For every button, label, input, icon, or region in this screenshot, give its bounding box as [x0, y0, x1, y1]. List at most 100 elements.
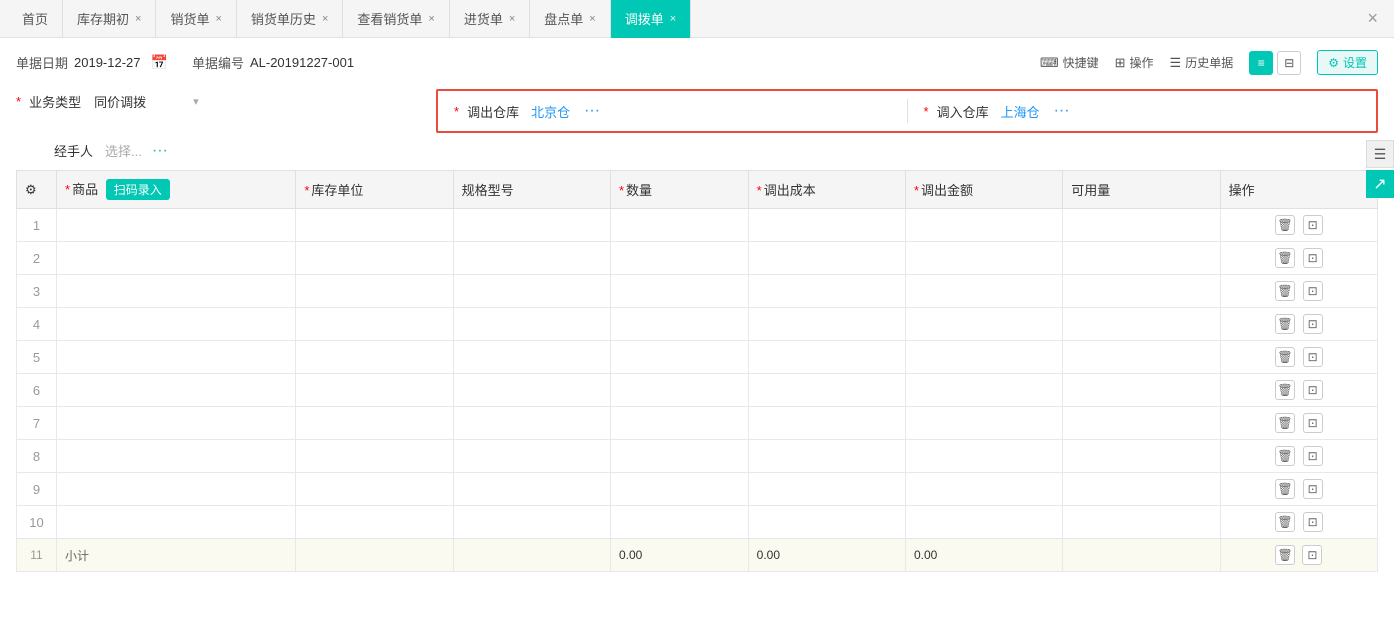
cell-qty-7[interactable] — [610, 407, 748, 440]
cell-unit-1[interactable] — [296, 209, 453, 242]
cell-unit-4[interactable] — [296, 308, 453, 341]
tab-transfer-order[interactable]: 调拨单 × — [611, 0, 691, 38]
cell-spec-3[interactable] — [453, 275, 610, 308]
delete-btn-7[interactable]: 🗑 — [1275, 413, 1295, 433]
delete-btn-3[interactable]: 🗑 — [1275, 281, 1295, 301]
layout-btn-1[interactable]: ≡ — [1249, 51, 1273, 75]
copy-btn-8[interactable]: ⊡ — [1303, 446, 1323, 466]
cell-amount-6[interactable] — [905, 374, 1062, 407]
cell-cost-9[interactable] — [748, 473, 905, 506]
close-tab-sales-history[interactable]: × — [322, 13, 328, 25]
cell-spec-9[interactable] — [453, 473, 610, 506]
cell-cost-1[interactable] — [748, 209, 905, 242]
cell-product-1[interactable] — [57, 209, 296, 242]
cell-spec-6[interactable] — [453, 374, 610, 407]
delete-btn-10[interactable]: 🗑 — [1275, 512, 1295, 532]
cell-product-10[interactable] — [57, 506, 296, 539]
delete-btn-4[interactable]: 🗑 — [1275, 314, 1295, 334]
delete-btn-8[interactable]: 🗑 — [1275, 446, 1295, 466]
delete-btn-5[interactable]: 🗑 — [1275, 347, 1295, 367]
cell-product-7[interactable] — [57, 407, 296, 440]
copy-btn-2[interactable]: ⊡ — [1303, 248, 1323, 268]
cell-amount-7[interactable] — [905, 407, 1062, 440]
cell-cost-7[interactable] — [748, 407, 905, 440]
cell-cost-3[interactable] — [748, 275, 905, 308]
cell-amount-2[interactable] — [905, 242, 1062, 275]
cell-qty-8[interactable] — [610, 440, 748, 473]
cell-amount-9[interactable] — [905, 473, 1062, 506]
handler-more-icon[interactable]: ··· — [152, 142, 168, 160]
copy-btn-1[interactable]: ⊡ — [1303, 215, 1323, 235]
cell-spec-8[interactable] — [453, 440, 610, 473]
cell-amount-8[interactable] — [905, 440, 1062, 473]
copy-btn-3[interactable]: ⊡ — [1303, 281, 1323, 301]
copy-btn-7[interactable]: ⊡ — [1303, 413, 1323, 433]
cell-product-4[interactable] — [57, 308, 296, 341]
cell-spec-10[interactable] — [453, 506, 610, 539]
cell-product-3[interactable] — [57, 275, 296, 308]
close-tab-inventory-check[interactable]: × — [589, 13, 595, 25]
sidebar-export-btn[interactable]: ↗ — [1366, 170, 1394, 198]
copy-btn-9[interactable]: ⊡ — [1303, 479, 1323, 499]
cell-amount-10[interactable] — [905, 506, 1062, 539]
copy-btn-10[interactable]: ⊡ — [1303, 512, 1323, 532]
cell-unit-8[interactable] — [296, 440, 453, 473]
cell-qty-9[interactable] — [610, 473, 748, 506]
copy-btn-11[interactable]: ⊡ — [1302, 545, 1322, 565]
cell-unit-9[interactable] — [296, 473, 453, 506]
cell-cost-2[interactable] — [748, 242, 905, 275]
close-tab-transfer-order[interactable]: × — [670, 13, 676, 25]
cell-cost-5[interactable] — [748, 341, 905, 374]
cell-qty-6[interactable] — [610, 374, 748, 407]
cell-spec-2[interactable] — [453, 242, 610, 275]
cell-cost-10[interactable] — [748, 506, 905, 539]
cell-amount-3[interactable] — [905, 275, 1062, 308]
cell-unit-3[interactable] — [296, 275, 453, 308]
copy-btn-4[interactable]: ⊡ — [1303, 314, 1323, 334]
cell-product-8[interactable] — [57, 440, 296, 473]
close-tab-view-sales[interactable]: × — [428, 13, 434, 25]
tab-inventory-check[interactable]: 盘点单 × — [530, 0, 610, 38]
cell-amount-1[interactable] — [905, 209, 1062, 242]
cell-unit-7[interactable] — [296, 407, 453, 440]
cell-qty-5[interactable] — [610, 341, 748, 374]
shortcut-action[interactable]: ⌨ 快捷键 — [1040, 54, 1099, 71]
tab-purchase-order[interactable]: 进货单 × — [450, 0, 530, 38]
cell-product-6[interactable] — [57, 374, 296, 407]
tab-sales-order[interactable]: 销货单 × — [156, 0, 236, 38]
dropdown-arrow-icon[interactable]: ▾ — [193, 95, 199, 108]
copy-btn-5[interactable]: ⊡ — [1303, 347, 1323, 367]
warehouse-out-value[interactable]: 北京仓 — [531, 102, 570, 121]
tab-view-sales[interactable]: 查看销货单 × — [343, 0, 449, 38]
history-action[interactable]: ☰ 历史单据 — [1170, 54, 1234, 71]
cell-qty-4[interactable] — [610, 308, 748, 341]
sidebar-list-btn[interactable]: ☰ — [1366, 140, 1394, 168]
delete-btn-6[interactable]: 🗑 — [1275, 380, 1295, 400]
cell-product-9[interactable] — [57, 473, 296, 506]
close-tab-purchase-order[interactable]: × — [509, 13, 515, 25]
cell-spec-4[interactable] — [453, 308, 610, 341]
tab-inventory-init[interactable]: 库存期初 × — [63, 0, 156, 38]
operate-action[interactable]: ⊞ 操作 — [1115, 54, 1154, 71]
copy-btn-6[interactable]: ⊡ — [1303, 380, 1323, 400]
delete-btn-9[interactable]: 🗑 — [1275, 479, 1295, 499]
layout-btn-2[interactable]: ⊟ — [1277, 51, 1301, 75]
cell-amount-4[interactable] — [905, 308, 1062, 341]
cell-qty-1[interactable] — [610, 209, 748, 242]
col-header-gear[interactable]: ⚙ — [17, 171, 57, 209]
cell-unit-6[interactable] — [296, 374, 453, 407]
delete-btn-2[interactable]: 🗑 — [1275, 248, 1295, 268]
cell-qty-10[interactable] — [610, 506, 748, 539]
close-tab-inventory-init[interactable]: × — [135, 13, 141, 25]
settings-button[interactable]: ⚙ 设置 — [1317, 50, 1378, 75]
tab-home[interactable]: 首页 — [8, 0, 63, 38]
warehouse-out-more-icon[interactable]: ··· — [584, 102, 600, 120]
warehouse-in-more-icon[interactable]: ··· — [1054, 102, 1070, 120]
cell-product-2[interactable] — [57, 242, 296, 275]
tab-sales-history[interactable]: 销货单历史 × — [237, 0, 343, 38]
cell-cost-6[interactable] — [748, 374, 905, 407]
close-all-tabs[interactable]: × — [1359, 8, 1386, 29]
cell-product-5[interactable] — [57, 341, 296, 374]
cell-qty-3[interactable] — [610, 275, 748, 308]
cell-spec-5[interactable] — [453, 341, 610, 374]
